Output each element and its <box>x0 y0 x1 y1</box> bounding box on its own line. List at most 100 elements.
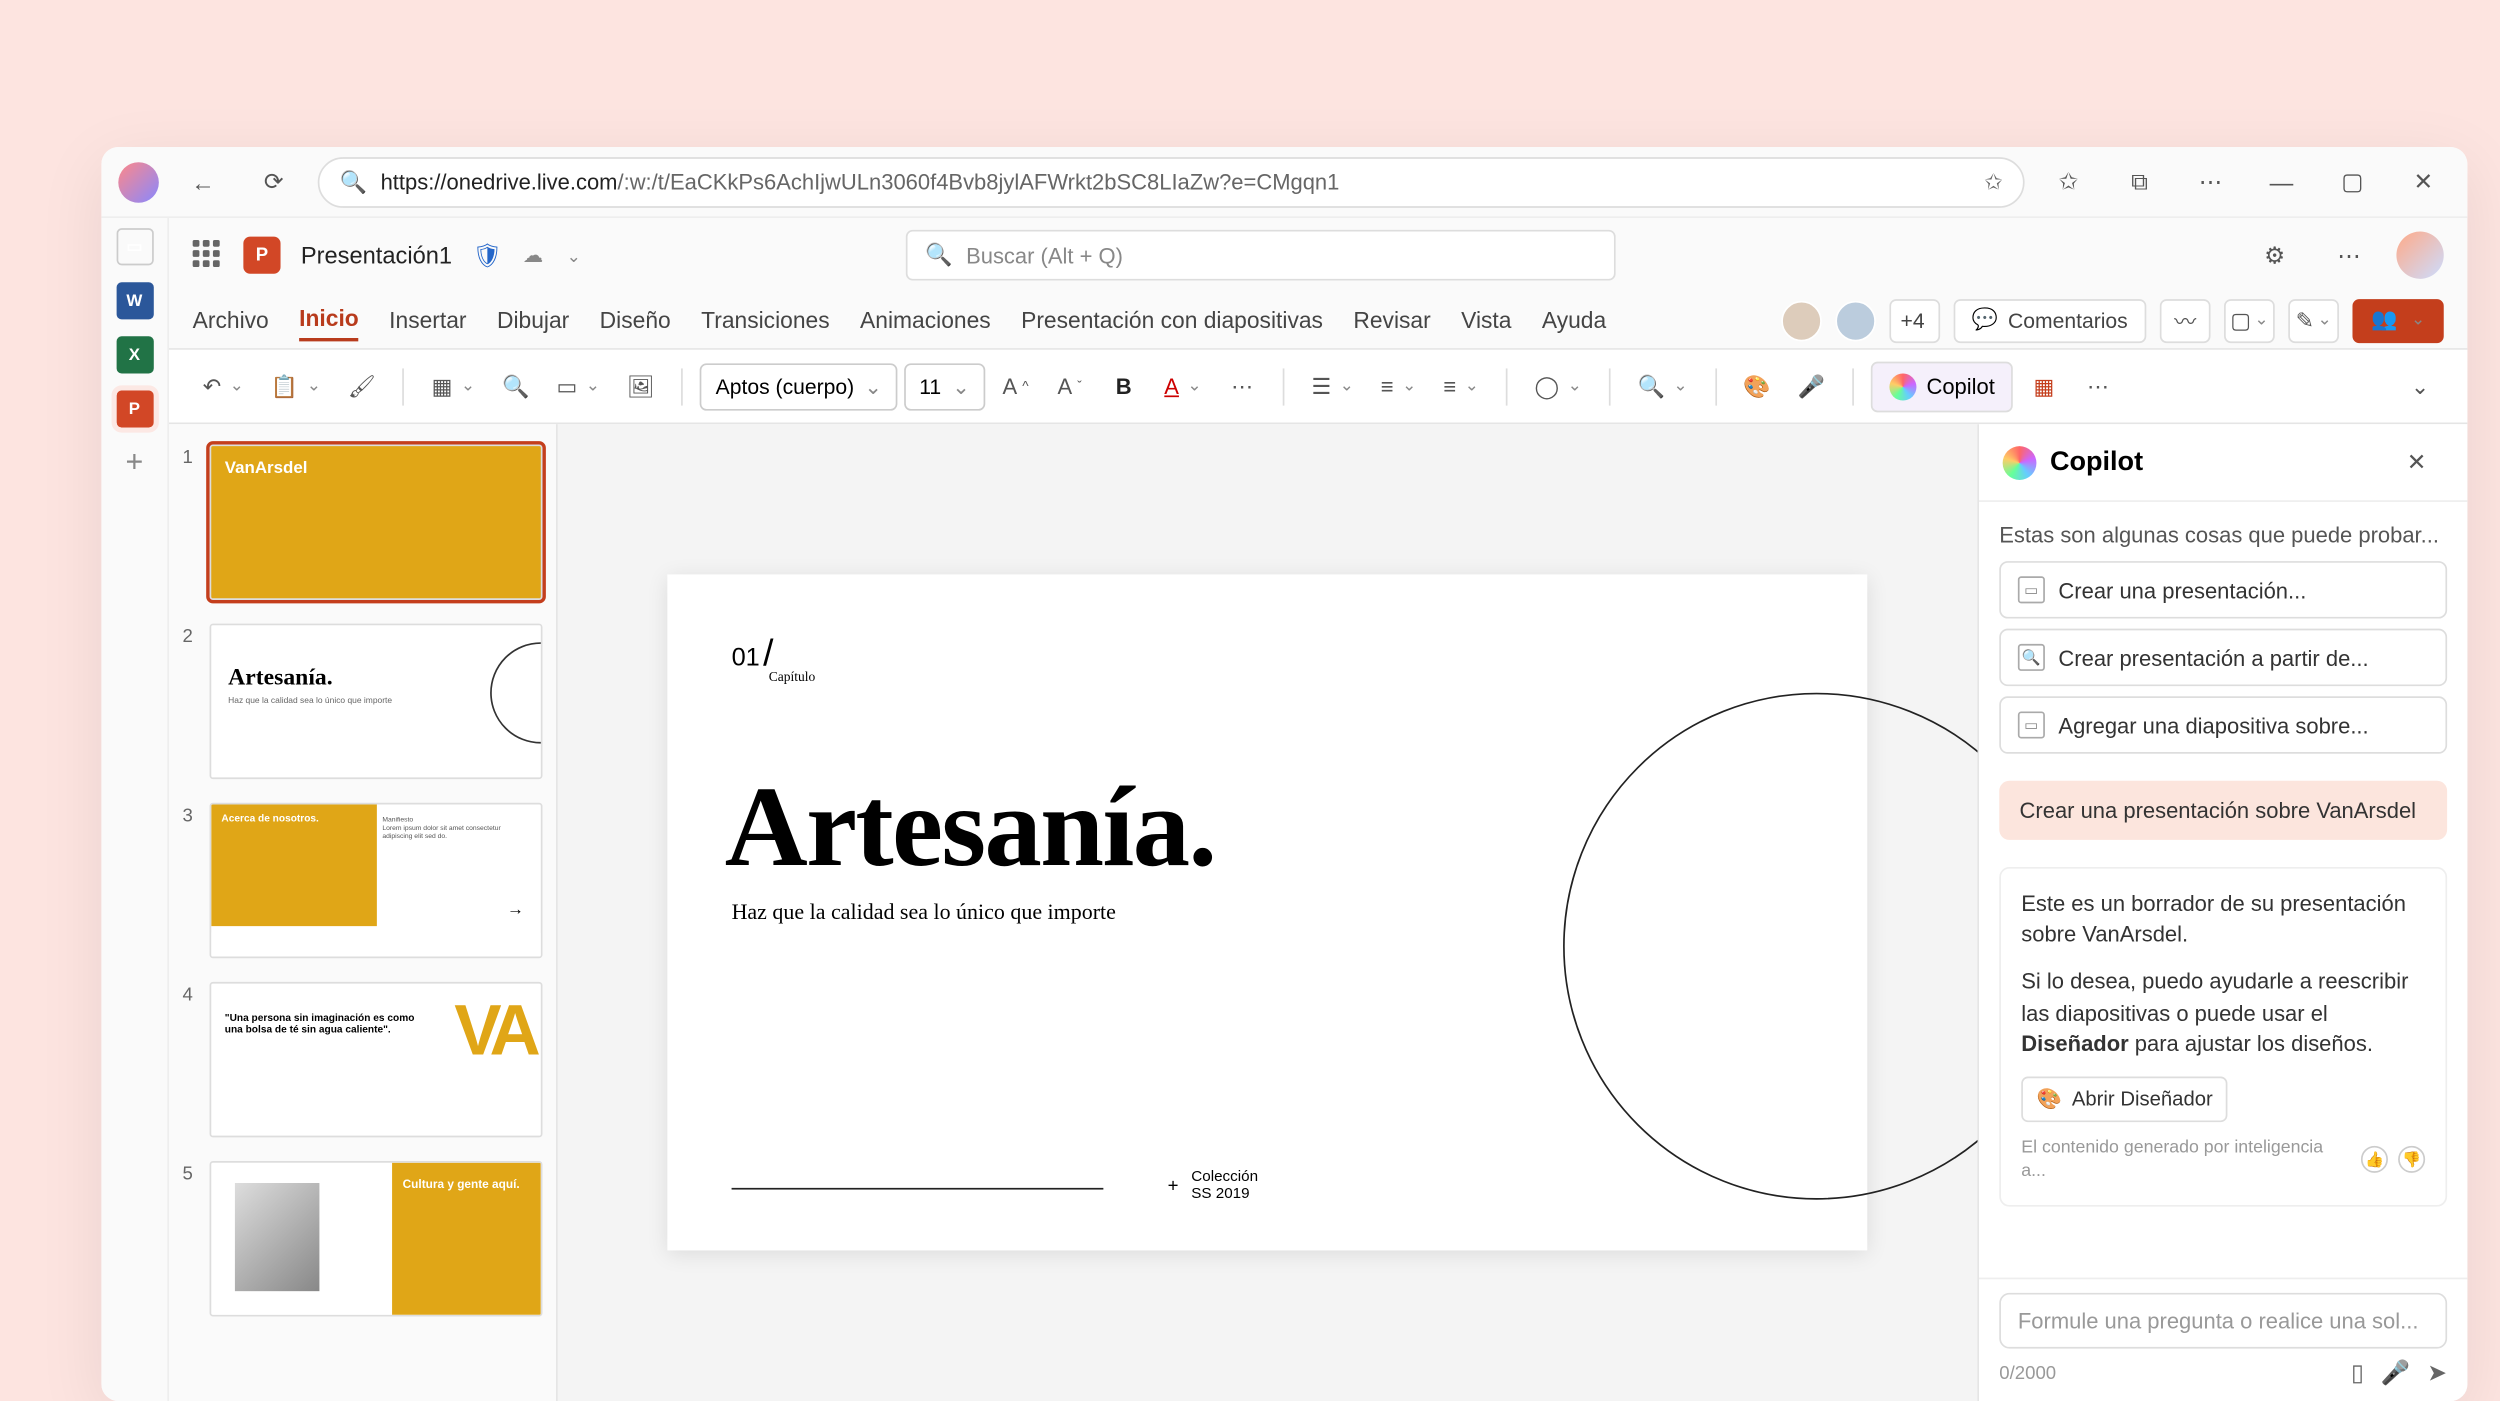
more-options-icon[interactable]: ⋯ <box>2322 228 2376 282</box>
copilot-panel: Copilot ✕ Estas son algunas cosas que pu… <box>1977 424 2467 1401</box>
char-counter: 0/2000 <box>1999 1363 2056 1383</box>
settings-icon[interactable]: ⚙ <box>2248 228 2302 282</box>
slide-canvas[interactable]: 01/ Capítulo Artesanía. Haz que la calid… <box>668 575 1868 1251</box>
minimize-button[interactable]: — <box>2254 155 2308 209</box>
edit-button[interactable]: ✎ <box>2288 298 2339 342</box>
copilot-sugg-create-from[interactable]: 🔍Crear presentación a partir de... <box>1999 629 2447 686</box>
dictate-button[interactable]: 🎤 <box>1788 363 1836 410</box>
font-color-button[interactable]: A <box>1154 363 1212 410</box>
find-button[interactable]: 🔍 <box>1627 363 1697 410</box>
copilot-input[interactable]: Formule una pregunta o realice una sol..… <box>1999 1293 2447 1349</box>
present-button[interactable]: ▢ <box>2224 298 2275 342</box>
copilot-sugg-add-slide[interactable]: ▭Agregar una diapositiva sobre... <box>1999 696 2447 753</box>
picture-button[interactable]: 🖼 <box>617 363 665 410</box>
app-launcher-icon[interactable] <box>193 240 223 270</box>
word-icon[interactable]: W <box>116 282 153 319</box>
new-slide-button[interactable]: ▦ <box>421 363 485 410</box>
copilot-header: Copilot ✕ <box>1979 424 2467 502</box>
search-icon: 🔍 <box>925 242 952 269</box>
undo-button[interactable]: ↶ <box>193 363 254 410</box>
tab-insertar[interactable]: Insertar <box>389 301 466 340</box>
bold-button[interactable]: B <box>1100 363 1147 410</box>
url-path: /:w:/t/EaCKkPs6AchIjwULn3060f4Bvb8jylAFW… <box>617 169 1339 194</box>
slide-canvas-area: 01/ Capítulo Artesanía. Haz que la calid… <box>558 424 1978 1401</box>
decrease-font-button[interactable]: Aˇ <box>1046 363 1093 410</box>
tab-revisar[interactable]: Revisar <box>1353 301 1430 340</box>
document-title[interactable]: Presentación1 <box>301 242 452 269</box>
excel-icon[interactable]: X <box>116 336 153 373</box>
slide-thumb-4[interactable]: VA "Una persona sin imaginación es como … <box>210 982 543 1137</box>
copilot-input-area: Formule una pregunta o realice una sol..… <box>1979 1278 2467 1401</box>
collections-icon[interactable]: ⧉ <box>2113 155 2167 209</box>
font-size-dropdown[interactable]: 11⌄ <box>904 363 985 410</box>
slide-thumb-3[interactable]: Acerca de nosotros. ManifiestoLorem ipsu… <box>210 803 543 958</box>
attach-button[interactable]: ▯ <box>2351 1359 2364 1388</box>
search-box[interactable]: 🔍 Buscar (Alt + Q) <box>907 230 1617 281</box>
thumbs-down-button[interactable]: 👎 <box>2398 1147 2425 1174</box>
ribbon-collapse-button[interactable]: ⌄ <box>2396 363 2443 410</box>
back-button[interactable]: ← <box>176 155 230 209</box>
open-designer-button[interactable]: 🎨Abrir Diseñador <box>2021 1076 2228 1121</box>
tab-icon[interactable]: ▭ <box>116 228 153 265</box>
grid-view-button[interactable]: ▦ <box>2020 363 2067 410</box>
tab-ayuda[interactable]: Ayuda <box>1542 301 1606 340</box>
bullets-button[interactable]: ☰ <box>1301 363 1364 410</box>
refresh-button[interactable]: ⟳ <box>247 155 301 209</box>
shield-icon[interactable]: 🛡 <box>472 241 502 270</box>
tab-archivo[interactable]: Archivo <box>193 301 269 340</box>
add-app-button[interactable]: + <box>125 444 143 479</box>
font-more-button[interactable]: ⋯ <box>1218 363 1265 410</box>
tab-transiciones[interactable]: Transiciones <box>701 301 829 340</box>
maximize-button[interactable]: ▢ <box>2325 155 2379 209</box>
tab-inicio[interactable]: Inicio <box>299 299 359 341</box>
profile-avatar[interactable] <box>118 161 159 202</box>
designer-button[interactable]: 🎨 <box>1733 363 1781 410</box>
mic-button[interactable]: 🎤 <box>2381 1359 2410 1388</box>
comments-button[interactable]: 💬Comentarios <box>1953 298 2146 342</box>
slide-thumb-2[interactable]: Artesanía. Haz que la calidad sea lo úni… <box>210 624 543 779</box>
user-avatar[interactable] <box>2396 232 2443 279</box>
ribbon-tabs: Archivo Inicio Insertar Dibujar Diseño T… <box>169 292 2467 349</box>
share-button[interactable]: 👥 <box>2353 298 2444 342</box>
align-button[interactable]: ≡ <box>1433 363 1489 410</box>
collection-label: ColecciónSS 2019 <box>1191 1170 1258 1203</box>
thumbs-up-button[interactable]: 👍 <box>2361 1147 2388 1174</box>
reuse-slide-button[interactable]: 🔍 <box>492 363 540 410</box>
tab-dibujar[interactable]: Dibujar <box>497 301 569 340</box>
home-toolbar: ↶ 📋 🖌 ▦ 🔍 ▭ 🖼 Aptos (cuerpo)⌄ 11⌄ A^ Aˇ … <box>169 350 2467 424</box>
catch-up-button[interactable]: 〰 <box>2160 298 2211 342</box>
layout-button[interactable]: ▭ <box>546 363 610 410</box>
copilot-bot-message: Este es un borrador de su presentación s… <box>1999 867 2447 1207</box>
presence-avatar-2[interactable] <box>1835 300 1876 341</box>
url-bar[interactable]: 🔍 https://onedrive.live.com/:w:/t/EaCKkP… <box>318 156 2025 207</box>
powerpoint-icon[interactable]: P <box>116 390 153 427</box>
tab-vista[interactable]: Vista <box>1461 301 1511 340</box>
favorites-icon[interactable]: ✩ <box>2042 155 2096 209</box>
more-icon[interactable]: ⋯ <box>2183 155 2237 209</box>
toolbar-more-button[interactable]: ⋯ <box>2074 363 2121 410</box>
tab-diseno[interactable]: Diseño <box>600 301 671 340</box>
favorite-icon[interactable]: ✩ <box>1984 168 2002 195</box>
copilot-sugg-create[interactable]: ▭Crear una presentación... <box>1999 561 2447 618</box>
send-button[interactable]: ➤ <box>2427 1359 2447 1388</box>
copilot-ribbon-button[interactable]: Copilot <box>1871 361 2014 412</box>
copilot-foot-note: El contenido generado por inteligencia a… <box>2021 1135 2425 1185</box>
copilot-close-button[interactable]: ✕ <box>2390 435 2444 489</box>
slide-thumb-5[interactable]: Cultura y gente aquí. <box>210 1161 543 1316</box>
font-name-dropdown[interactable]: Aptos (cuerpo)⌄ <box>700 363 897 410</box>
paste-button[interactable]: 📋 <box>261 363 331 410</box>
title-dropdown[interactable] <box>563 240 581 270</box>
copilot-hint: Estas son algunas cosas que puede probar… <box>1999 522 2447 547</box>
title-bar: P Presentación1 🛡 ☁ 🔍 Buscar (Alt + Q) ⚙… <box>169 218 2467 292</box>
tab-presentacion[interactable]: Presentación con diapositivas <box>1021 301 1323 340</box>
shapes-button[interactable]: ◯ <box>1524 363 1592 410</box>
tab-animaciones[interactable]: Animaciones <box>860 301 991 340</box>
sync-icon[interactable]: ☁ <box>523 243 543 267</box>
presence-avatar-1[interactable] <box>1781 300 1822 341</box>
presence-more[interactable]: +4 <box>1889 298 1940 342</box>
slide-thumb-1[interactable]: VanArsdel <box>210 444 543 599</box>
numbering-button[interactable]: ≡ <box>1371 363 1427 410</box>
close-button[interactable]: ✕ <box>2396 155 2450 209</box>
format-painter-button[interactable]: 🖌 <box>338 363 386 410</box>
increase-font-button[interactable]: A^ <box>992 363 1039 410</box>
